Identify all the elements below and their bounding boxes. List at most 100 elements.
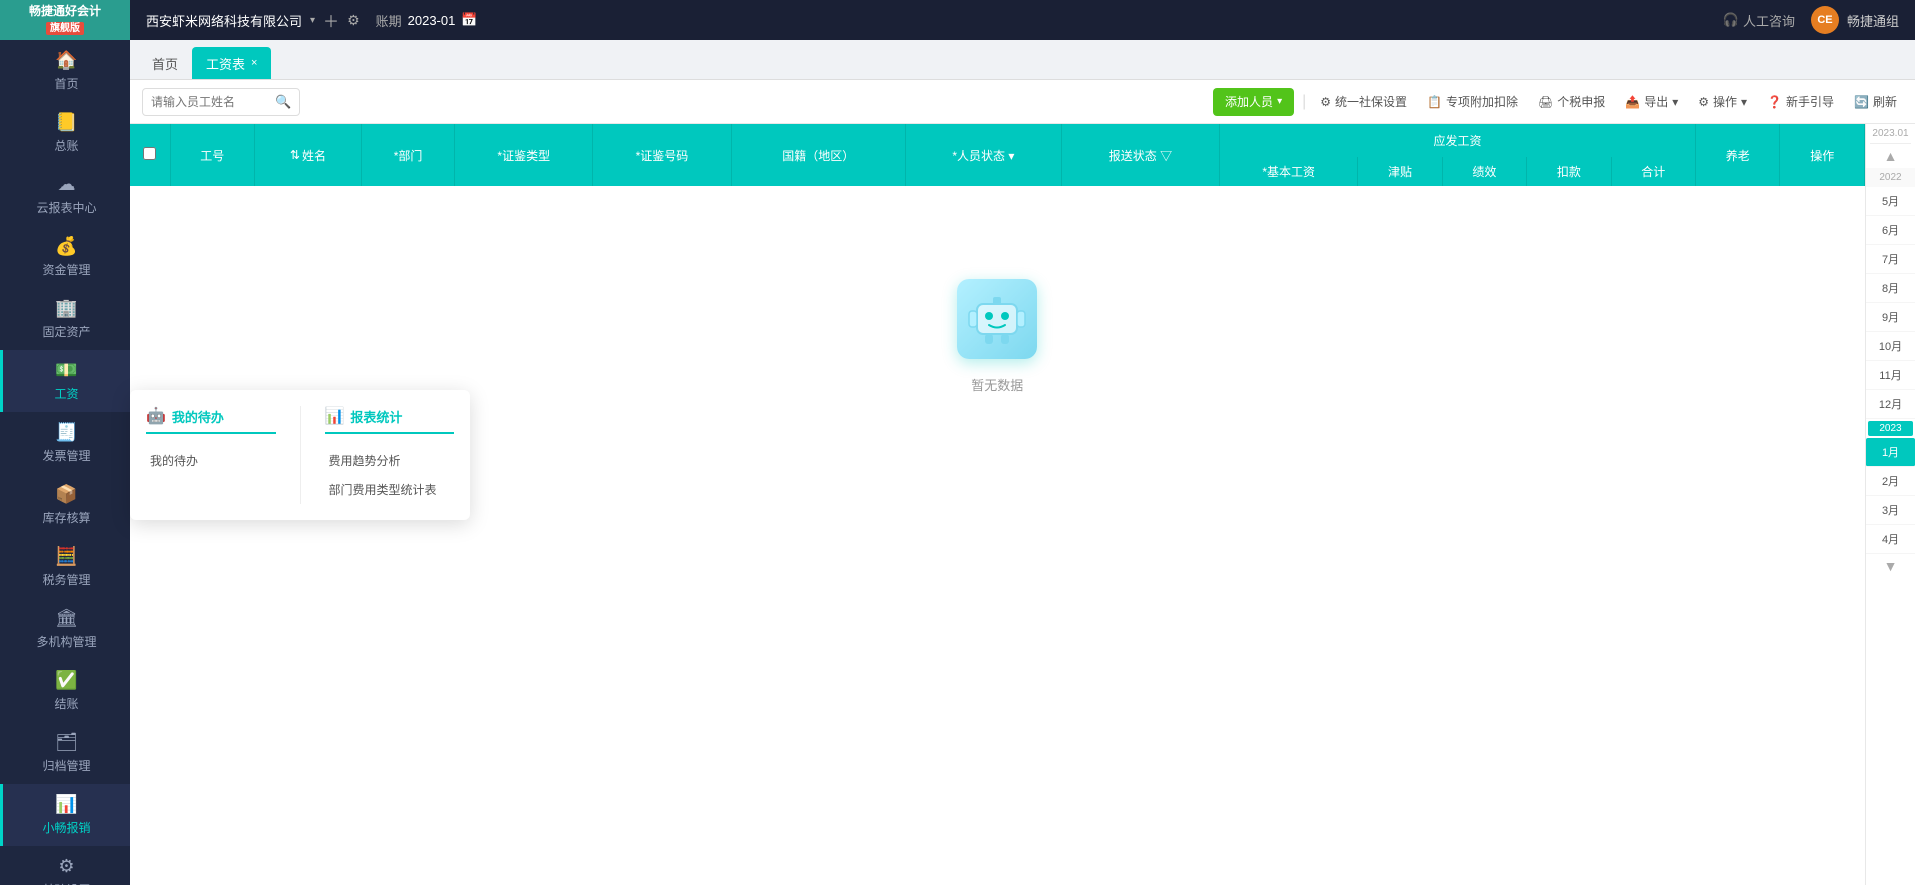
tab-bar: 首页 工资表 × [130,40,1915,80]
sidebar-item-invoice[interactable]: 🧾 发票管理 [0,412,130,474]
month-item-8[interactable]: 8月 [1866,274,1915,303]
month-item-3[interactable]: 3月 [1866,496,1915,525]
sidebar-item-assets[interactable]: 🏢 固定资产 [0,288,130,350]
year-badge-2023: 2023 [1868,421,1912,436]
sidebar-item-ledger[interactable]: 📒 总账 [0,102,130,164]
tab-close-icon[interactable]: × [251,57,257,69]
operations-btn[interactable]: ⚙ 操作 ▾ [1692,88,1753,116]
add-company-icon[interactable]: ＋ [323,8,339,32]
sidebar: 🏠 首页 📒 总账 ☁ 云报表中心 💰 资金管理 🏢 固定资产 💵 工资 🧾 发… [0,40,130,885]
cloud-icon: ☁ [58,174,76,195]
menu-item-expense-trend[interactable]: 费用趋势分析 [325,446,455,475]
tab-home[interactable]: 首页 [138,47,192,79]
home-icon: 🏠 [55,50,77,71]
multi-org-icon: 🏛 [55,608,78,629]
sidebar-item-cloud-report[interactable]: ☁ 云报表中心 [0,164,130,226]
table-header-row1: 工号 ⇅ 姓名 *部门 *证鉴类型 *证鉴号码 国籍（地区） [130,124,1865,157]
sidebar-item-tax[interactable]: 🧮 税务管理 [0,536,130,598]
floating-menu: 🤖 我的待办 我的待办 📊 报表统计 费用趋势分析 部门费用类型统计表 [130,390,470,520]
sidebar-item-expense[interactable]: 📊 小畅报销 [0,784,130,846]
refresh-icon: 🔄 [1854,95,1869,109]
select-all-checkbox[interactable] [143,147,156,160]
headset-icon: 🎧 [1723,12,1739,28]
month-item-2[interactable]: 2月 [1866,467,1915,496]
special-deduction-btn[interactable]: 📋 专项附加扣除 [1421,88,1524,116]
calendar-icon[interactable]: 📅 [461,12,477,28]
search-icon[interactable]: 🔍 [275,94,291,110]
salary-icon: 💵 [55,360,77,381]
reports-col-icon: 📊 [325,406,345,426]
chevron-down-icon[interactable]: ▾ [310,15,315,26]
guide-btn[interactable]: ❓ 新手引导 [1761,88,1840,116]
tab-salary-table[interactable]: 工资表 × [192,47,271,79]
month-item-10[interactable]: 10月 [1866,332,1915,361]
month-item-5[interactable]: 5月 [1866,187,1915,216]
month-item-11[interactable]: 11月 [1866,361,1915,390]
name-sort[interactable]: ⇅ 姓名 [290,147,326,164]
operations-arrow-icon: ▾ [1741,95,1747,109]
right-month-panel: 2023.01 ▲ 2022 5月 6月 7月 8月 9月 10月 11月 12… [1865,124,1915,885]
search-input[interactable] [151,95,271,109]
month-item-9[interactable]: 9月 [1866,303,1915,332]
social-insurance-btn[interactable]: ⚙ 统一社保设置 [1314,88,1413,116]
refresh-btn[interactable]: 🔄 刷新 [1848,88,1903,116]
search-wrap: 🔍 [142,88,300,116]
company-name: 西安虾米网络科技有限公司 [146,11,302,30]
th-basic-wage: *基本工资 [1220,157,1358,186]
sidebar-item-multi-org[interactable]: 🏛 多机构管理 [0,598,130,660]
tax-report-icon: 🖨 [1538,95,1553,109]
special-deduction-icon: 📋 [1427,95,1442,109]
sidebar-item-archive[interactable]: 🗂 归档管理 [0,722,130,784]
th-status[interactable]: *人员状态 ▾ [906,124,1062,186]
date-col-header: 2023.01 [1870,124,1910,144]
assets-icon: 🏢 [55,298,77,319]
th-pension: 养老 [1696,124,1780,186]
period-area: 账期 2023-01 📅 [376,11,478,30]
month-scroll-up-btn[interactable]: ▲ [1866,144,1915,168]
empty-text: 暂无数据 [971,375,1023,394]
invoice-icon: 🧾 [55,422,77,443]
settings-icon[interactable]: ⚙ [347,12,360,29]
report-filter-icon[interactable]: ▽ [1160,149,1172,163]
settings-sidebar-icon: ⚙ [58,856,74,877]
menu-col-todo-title: 🤖 我的待办 [146,406,276,434]
sidebar-item-close-account[interactable]: ✅ 结账 [0,660,130,722]
user-area[interactable]: CE 畅捷通组 [1811,6,1899,34]
th-department: *部门 [362,124,455,186]
th-nationality: 国籍（地区） [731,124,905,186]
avatar: CE [1811,6,1839,34]
th-deductions: 扣款 [1527,157,1611,186]
checkbox-header[interactable] [130,124,170,186]
th-operations: 操作 [1780,124,1865,186]
logo-area: 畅捷通好会计 旗舰版 [0,0,130,40]
inventory-icon: 📦 [55,484,77,505]
sidebar-item-inventory[interactable]: 📦 库存核算 [0,474,130,536]
sidebar-item-home[interactable]: 🏠 首页 [0,40,130,102]
sidebar-item-finance[interactable]: 💰 资金管理 [0,226,130,288]
expense-icon: 📊 [55,794,77,815]
period-label: 账期 [376,11,402,30]
guide-toolbar-icon: ❓ [1767,95,1782,109]
tax-icon: 🧮 [55,546,77,567]
th-report-status[interactable]: 报送状态 ▽ [1061,124,1219,186]
month-scroll-down-btn[interactable]: ▼ [1866,554,1915,578]
export-btn[interactable]: 📤 导出 ▾ [1619,88,1684,116]
customer-service-btn[interactable]: 🎧 人工咨询 [1723,11,1795,30]
month-item-12[interactable]: 12月 [1866,390,1915,419]
sidebar-item-salary[interactable]: 💵 工资 [0,350,130,412]
status-filter-icon[interactable]: ▾ [1008,149,1014,163]
month-item-7[interactable]: 7月 [1866,245,1915,274]
tax-report-btn[interactable]: 🖨 个税申报 [1532,88,1611,116]
export-icon: 📤 [1625,95,1640,109]
sidebar-item-settings[interactable]: ⚙ 基础设置 [0,846,130,885]
month-item-6[interactable]: 6月 [1866,216,1915,245]
month-item-4[interactable]: 4月 [1866,525,1915,554]
month-item-1-active[interactable]: 1月 [1866,438,1915,467]
menu-item-dept-expense[interactable]: 部门费用类型统计表 [325,475,455,504]
company-area: 西安虾米网络科技有限公司 ▾ ＋ ⚙ [130,8,376,32]
year-label-2022: 2022 [1866,168,1915,187]
menu-item-my-todo[interactable]: 我的待办 [146,446,276,475]
th-name[interactable]: ⇅ 姓名 [254,124,361,186]
add-person-button[interactable]: 添加人员 ▾ [1213,88,1294,116]
period-value: 2023-01 [408,13,456,28]
